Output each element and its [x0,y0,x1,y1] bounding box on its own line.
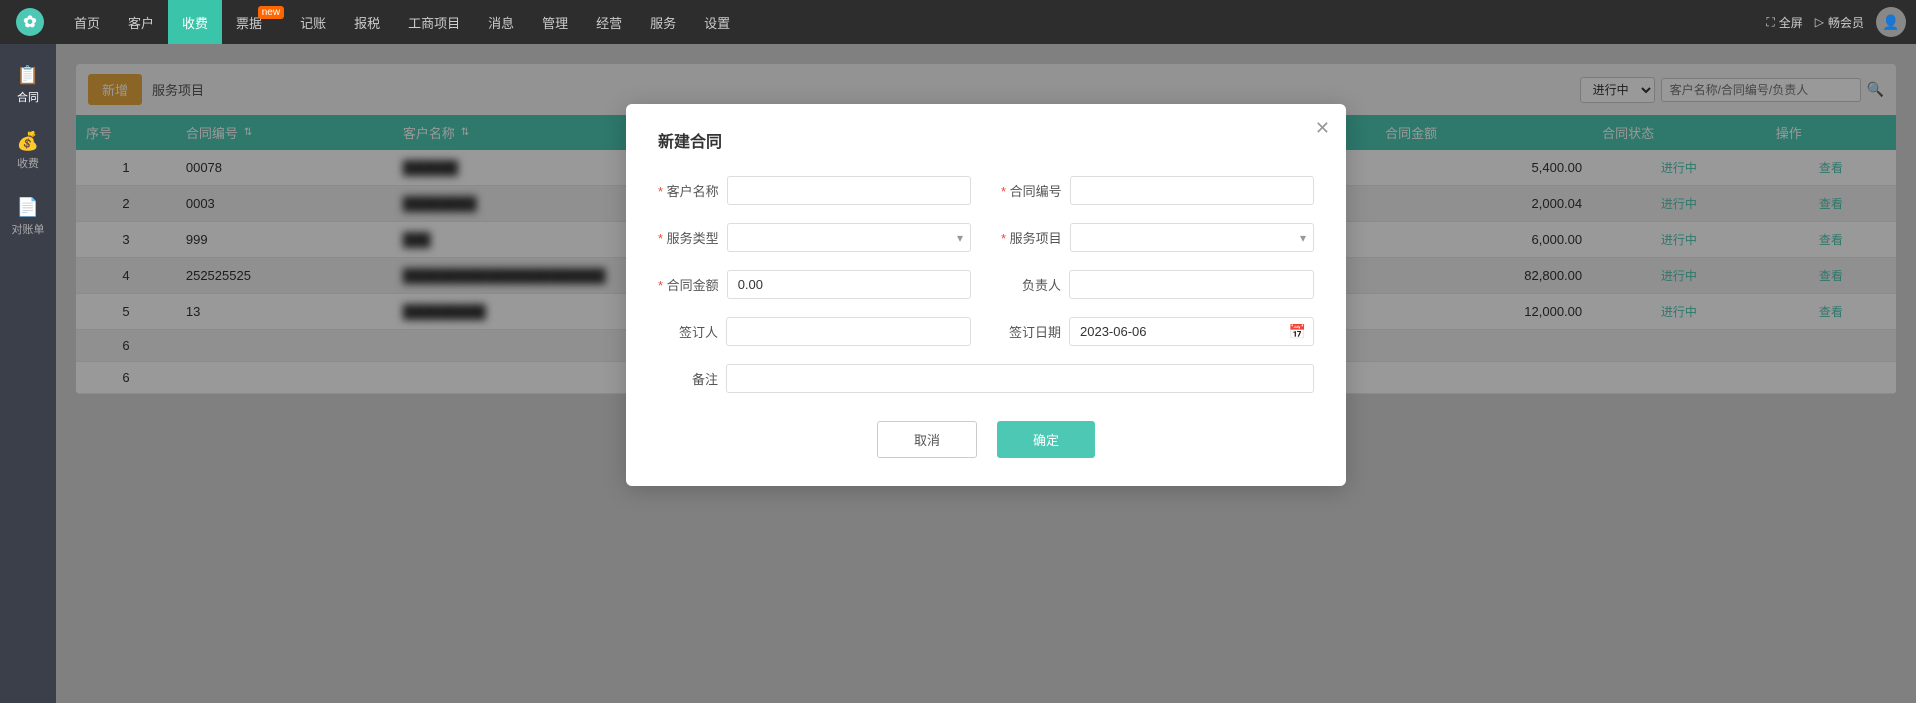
nav-item-message[interactable]: 消息 [474,0,528,44]
nav-item-operation[interactable]: 经营 [582,0,636,44]
form-row-amount: 合同金额 [658,270,971,299]
logo-icon: ✿ [16,8,44,36]
billing-icon: 💰 [17,130,39,152]
sign-date-wrapper: 📅 [1069,317,1314,346]
service-item-select[interactable] [1070,223,1314,252]
confirm-button[interactable]: 确定 [997,421,1095,458]
form-row-responsible: 负责人 [1001,270,1314,299]
signer-input[interactable] [726,317,971,346]
note-label: 备注 [658,369,718,388]
fullscreen-icon: ⛶ [1766,15,1774,30]
statement-icon: 📄 [17,196,39,218]
contract-amount-input[interactable] [727,270,971,299]
form-grid: 客户名称 合同编号 服务类型 ▾ [658,176,1314,393]
service-type-wrapper: ▾ [727,223,971,252]
sign-date-label: 签订日期 [1001,322,1061,341]
contract-no-input[interactable] [1070,176,1314,205]
form-row-service-item: 服务项目 ▾ [1001,223,1314,252]
top-nav: ✿ 首页 客户 收费 票据 new 记账 报税 工商项目 消息 管理 经营 服务… [0,0,1916,44]
contract-amount-label: 合同金额 [658,275,719,294]
nav-right: ⛶ 全屏 ▷ 畅会员 👤 [1766,7,1906,37]
sidebar-item-billing[interactable]: 💰 收费 [0,120,56,181]
service-item-label: 服务项目 [1001,228,1062,247]
form-row-service-type: 服务类型 ▾ [658,223,971,252]
fullscreen-button[interactable]: ⛶ 全屏 [1766,14,1802,31]
play-icon: ▷ [1815,15,1824,29]
service-item-wrapper: ▾ [1070,223,1314,252]
signer-label: 签订人 [658,322,718,341]
nav-item-home[interactable]: 首页 [60,0,114,44]
member-button[interactable]: ▷ 畅会员 [1815,14,1864,31]
form-row-sign-date: 签订日期 📅 [1001,317,1314,346]
contract-no-label: 合同编号 [1001,181,1062,200]
sign-date-input[interactable] [1069,317,1314,346]
modal-overlay: ✕ 新建合同 客户名称 合同编号 服务类型 [56,44,1916,703]
responsible-input[interactable] [1069,270,1314,299]
nav-item-manage[interactable]: 管理 [528,0,582,44]
calendar-icon[interactable]: 📅 [1289,323,1306,340]
modal-footer: 取消 确定 [658,421,1314,458]
service-type-label: 服务类型 [658,228,719,247]
cancel-button[interactable]: 取消 [877,421,977,458]
sidebar-item-statement[interactable]: 📄 对账单 [0,186,56,247]
modal-close-button[interactable]: ✕ [1315,118,1330,139]
nav-item-settings[interactable]: 设置 [690,0,744,44]
form-row-contract-no: 合同编号 [1001,176,1314,205]
form-row-signer: 签订人 [658,317,971,346]
new-contract-modal: ✕ 新建合同 客户名称 合同编号 服务类型 [626,104,1346,486]
responsible-label: 负责人 [1001,275,1061,294]
nav-item-business[interactable]: 工商项目 [394,0,474,44]
customer-name-label: 客户名称 [658,181,719,200]
avatar[interactable]: 👤 [1876,7,1906,37]
form-row-note: 备注 [658,364,1314,393]
form-row-customer: 客户名称 [658,176,971,205]
modal-title: 新建合同 [658,128,1314,152]
nav-item-tax[interactable]: 报税 [340,0,394,44]
nav-item-bookkeeping[interactable]: 记账 [286,0,340,44]
nav-item-invoice[interactable]: 票据 new [222,0,286,44]
main-layout: 📋 合同 💰 收费 📄 对账单 新增 服务项目 进行中 已完成 已终止 [0,44,1916,703]
logo: ✿ [10,0,50,44]
note-input[interactable] [726,364,1314,393]
sidebar: 📋 合同 💰 收费 📄 对账单 [0,44,56,703]
nav-item-billing[interactable]: 收费 [168,0,222,44]
customer-name-input[interactable] [727,176,971,205]
nav-item-service[interactable]: 服务 [636,0,690,44]
sidebar-item-contract[interactable]: 📋 合同 [0,54,56,115]
service-type-select[interactable] [727,223,971,252]
contract-icon: 📋 [17,64,39,86]
main-content: 新增 服务项目 进行中 已完成 已终止 🔍 序号 [56,44,1916,703]
nav-item-customer[interactable]: 客户 [114,0,168,44]
new-badge: new [258,6,284,19]
